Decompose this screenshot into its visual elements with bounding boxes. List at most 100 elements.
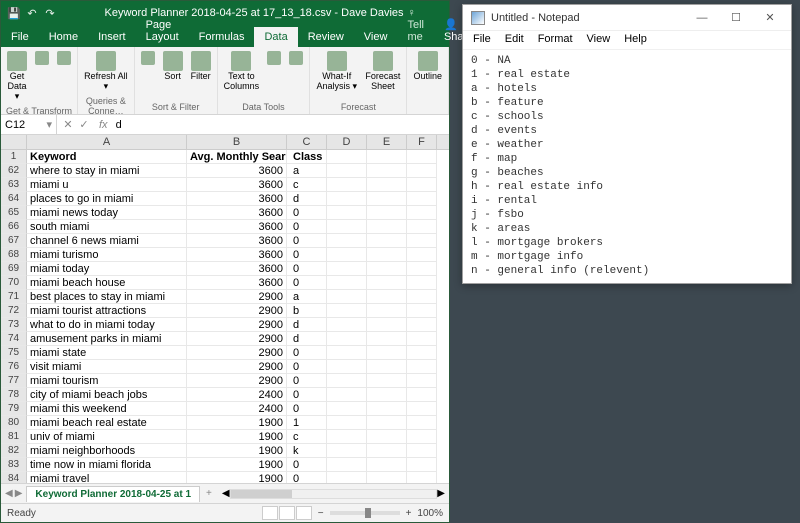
from-web-button[interactable] <box>55 49 73 67</box>
cell[interactable]: 1900 <box>187 472 287 483</box>
row-header[interactable]: 65 <box>1 206 27 220</box>
cell[interactable] <box>407 248 437 262</box>
cell[interactable]: 0 <box>287 248 327 262</box>
cell[interactable]: k <box>287 444 327 458</box>
cell[interactable] <box>367 192 407 206</box>
cell[interactable] <box>367 458 407 472</box>
cell[interactable]: 0 <box>287 206 327 220</box>
col-header-c[interactable]: C <box>287 135 327 149</box>
row-header[interactable]: 77 <box>1 374 27 388</box>
view-page-break-button[interactable] <box>296 506 312 520</box>
sheet-nav-next-icon[interactable]: ▶ <box>15 488 23 499</box>
close-button[interactable]: ✕ <box>753 7 787 29</box>
tab-insert[interactable]: Insert <box>88 27 136 47</box>
cell[interactable]: city of miami beach jobs <box>27 388 187 402</box>
cell[interactable]: 3600 <box>187 164 287 178</box>
sort-az-button[interactable] <box>139 49 157 67</box>
cell[interactable] <box>407 332 437 346</box>
cell[interactable]: c <box>287 178 327 192</box>
row-header[interactable]: 81 <box>1 430 27 444</box>
cell[interactable]: 0 <box>287 276 327 290</box>
cell[interactable]: 3600 <box>187 206 287 220</box>
row-header[interactable]: 64 <box>1 192 27 206</box>
cell[interactable]: time now in miami florida <box>27 458 187 472</box>
row-header[interactable]: 73 <box>1 318 27 332</box>
cell[interactable] <box>327 388 367 402</box>
cell[interactable] <box>407 430 437 444</box>
cell[interactable] <box>367 388 407 402</box>
cell[interactable]: 1900 <box>187 444 287 458</box>
what-if-button[interactable]: What-If Analysis ▾ <box>314 49 359 94</box>
cell[interactable] <box>407 444 437 458</box>
undo-icon[interactable]: ↶ <box>25 6 39 20</box>
col-header-d[interactable]: D <box>327 135 367 149</box>
cell[interactable] <box>407 164 437 178</box>
cell[interactable] <box>367 374 407 388</box>
np-menu-file[interactable]: File <box>467 31 497 49</box>
row-header[interactable]: 68 <box>1 248 27 262</box>
cell[interactable] <box>367 164 407 178</box>
cell[interactable] <box>367 332 407 346</box>
tab-formulas[interactable]: Formulas <box>189 27 255 47</box>
cell[interactable]: 1900 <box>187 430 287 444</box>
tab-view[interactable]: View <box>354 27 398 47</box>
cell[interactable]: miami state <box>27 346 187 360</box>
cell[interactable]: miami tourism <box>27 374 187 388</box>
cell[interactable]: 0 <box>287 374 327 388</box>
row-header[interactable]: 82 <box>1 444 27 458</box>
cell[interactable]: miami turismo <box>27 248 187 262</box>
cell[interactable] <box>327 360 367 374</box>
cell[interactable] <box>327 430 367 444</box>
row-header[interactable]: 67 <box>1 234 27 248</box>
cell[interactable]: 2900 <box>187 318 287 332</box>
np-menu-format[interactable]: Format <box>532 31 579 49</box>
cell[interactable] <box>407 402 437 416</box>
scroll-left-icon[interactable]: ◀ <box>222 488 230 499</box>
cell[interactable] <box>367 178 407 192</box>
cell[interactable]: 0 <box>287 472 327 483</box>
cell[interactable]: b <box>287 304 327 318</box>
zoom-slider[interactable] <box>330 511 400 515</box>
cell[interactable] <box>367 430 407 444</box>
accept-formula-icon[interactable]: ✓ <box>77 118 91 131</box>
cell[interactable] <box>367 220 407 234</box>
cell[interactable]: 1 <box>287 416 327 430</box>
col-header-a[interactable]: A <box>27 135 187 149</box>
cell[interactable] <box>407 346 437 360</box>
cancel-formula-icon[interactable]: ✕ <box>61 118 75 131</box>
cell[interactable]: 0 <box>287 458 327 472</box>
row-header[interactable]: 80 <box>1 416 27 430</box>
cell[interactable] <box>367 234 407 248</box>
np-menu-help[interactable]: Help <box>618 31 653 49</box>
cell[interactable]: Avg. Monthly Searches <box>187 150 287 164</box>
cell[interactable]: 3600 <box>187 276 287 290</box>
sheet-nav-prev-icon[interactable]: ◀ <box>5 488 13 499</box>
cell[interactable] <box>327 178 367 192</box>
tab-data[interactable]: Data <box>254 27 297 47</box>
cell[interactable]: 2900 <box>187 360 287 374</box>
flash-fill-button[interactable] <box>265 49 283 67</box>
cell[interactable] <box>327 262 367 276</box>
tab-review[interactable]: Review <box>298 27 354 47</box>
cell[interactable] <box>327 416 367 430</box>
row-header[interactable]: 1 <box>1 150 27 164</box>
cell[interactable] <box>327 248 367 262</box>
cell[interactable] <box>327 304 367 318</box>
tab-page-layout[interactable]: Page Layout <box>136 15 189 47</box>
cell[interactable]: miami beach real estate <box>27 416 187 430</box>
cell[interactable] <box>367 248 407 262</box>
cell[interactable] <box>367 276 407 290</box>
row-header[interactable]: 79 <box>1 402 27 416</box>
name-box[interactable]: C12 ▾ <box>1 115 57 134</box>
cell[interactable]: miami neighborhoods <box>27 444 187 458</box>
cell[interactable]: 2400 <box>187 402 287 416</box>
cell[interactable] <box>367 290 407 304</box>
row-header[interactable]: 78 <box>1 388 27 402</box>
row-header[interactable]: 62 <box>1 164 27 178</box>
select-all-button[interactable] <box>1 135 27 149</box>
cell[interactable] <box>407 472 437 483</box>
formula-input[interactable] <box>112 119 449 131</box>
cell[interactable]: d <box>287 332 327 346</box>
cell[interactable]: 3600 <box>187 192 287 206</box>
hscroll-thumb[interactable] <box>231 490 293 498</box>
